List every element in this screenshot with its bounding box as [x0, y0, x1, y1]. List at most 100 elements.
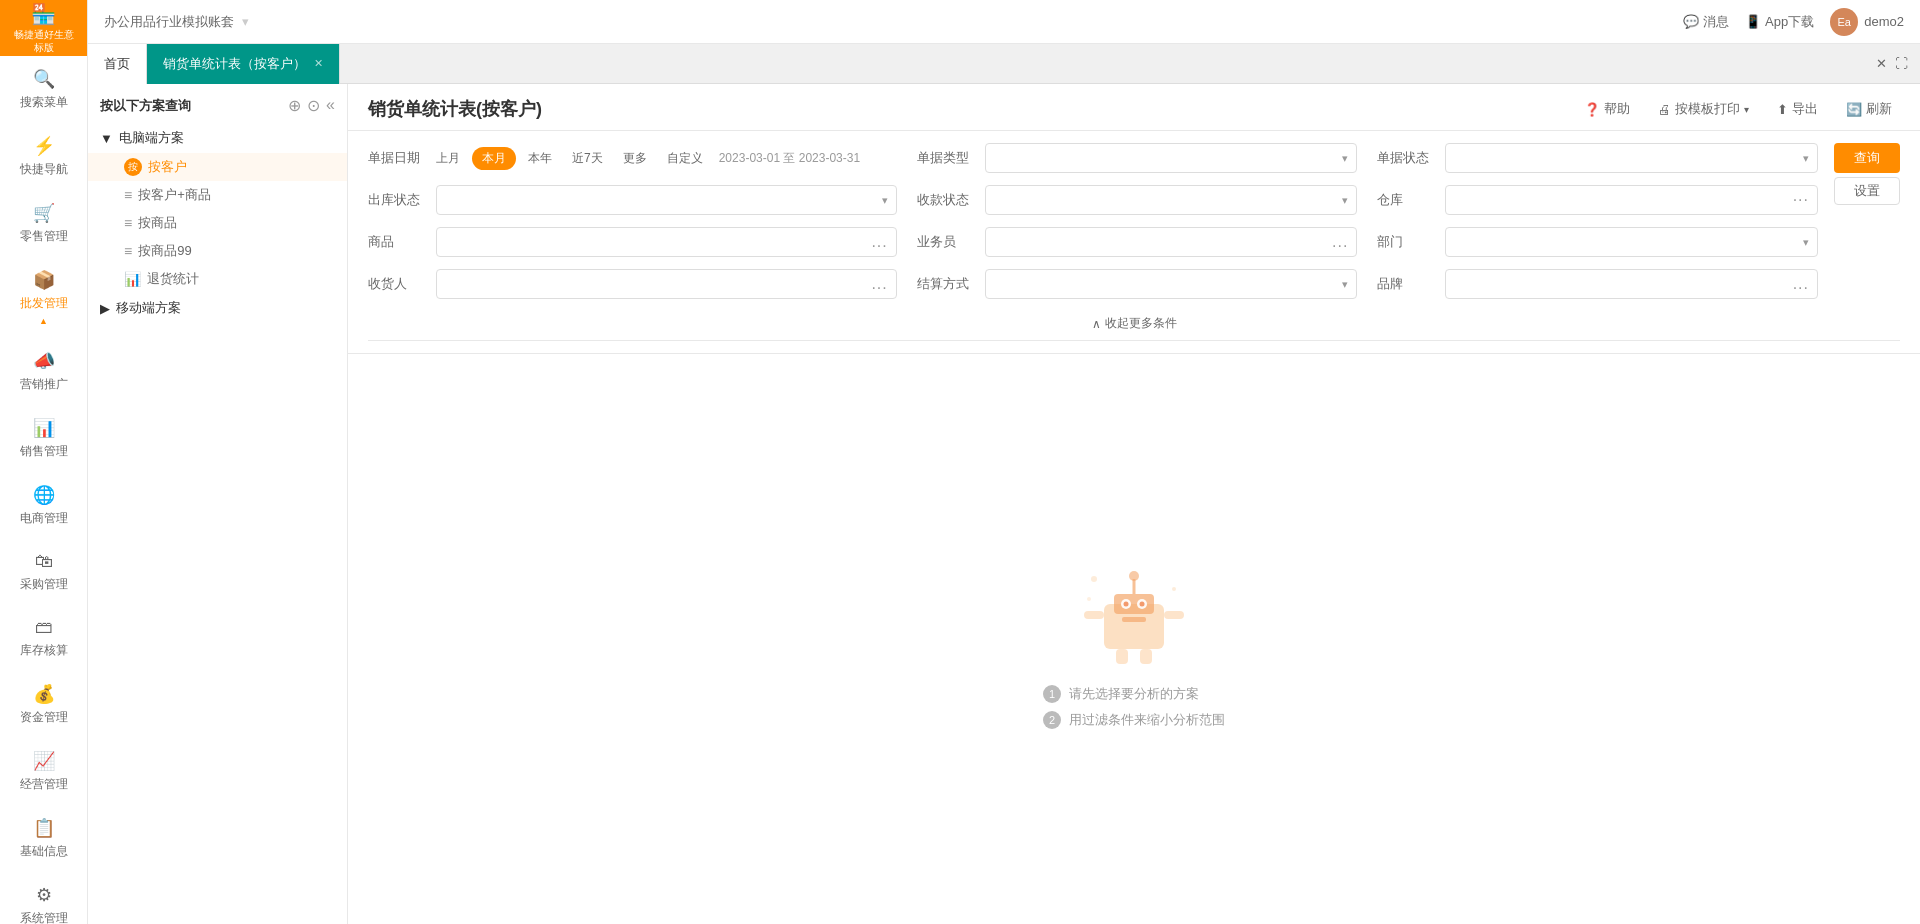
settle-control[interactable]: ▾: [985, 269, 1358, 299]
sidebar-item-basic[interactable]: 📋 基础信息: [0, 805, 87, 872]
sidebar-item-quick-nav[interactable]: ⚡ 快捷导航: [0, 123, 87, 190]
by-customer-goods-icon: ≡: [124, 187, 132, 203]
username: demo2: [1864, 14, 1904, 29]
app-download-btn[interactable]: 📱 App下载: [1745, 13, 1814, 31]
collapse-bar[interactable]: ∧ 收起更多条件: [368, 307, 1900, 341]
brand-control[interactable]: ...: [1445, 269, 1818, 299]
tip-text-1: 请先选择要分析的方案: [1069, 685, 1199, 703]
export-btn[interactable]: ⬆ 导出: [1769, 96, 1826, 122]
print-btn[interactable]: 🖨 按模板打印 ▾: [1650, 96, 1757, 122]
sidebar-item-ecom[interactable]: 🌐 电商管理: [0, 472, 87, 539]
sidebar-label-retail: 零售管理: [20, 228, 68, 245]
sidebar-item-wholesale[interactable]: 📦 批发管理 ▲: [0, 257, 87, 338]
date-tab-7days[interactable]: 近7天: [564, 147, 611, 170]
tab-bar-right: ✕ ⛶: [340, 52, 1920, 75]
collect-status-label: 收款状态: [917, 191, 977, 209]
scheme-by-goods[interactable]: ≡ 按商品: [88, 209, 347, 237]
add-scheme-btn[interactable]: ⊕: [288, 96, 301, 115]
by-goods-icon: ≡: [124, 215, 132, 231]
date-tab-this-year[interactable]: 本年: [520, 147, 560, 170]
sidebar-label-sys: 系统管理: [20, 910, 68, 924]
filter-doc-type: 单据类型 ▾: [917, 143, 1358, 173]
sidebar-item-search-menu[interactable]: 🔍 搜索菜单: [0, 56, 87, 123]
main-area: 办公用品行业模拟账套 ▾ 💬 消息 📱 App下载 Ea demo2 首页 销货…: [88, 0, 1920, 924]
date-tab-this-month[interactable]: 本月: [472, 147, 516, 170]
mobile-scheme-parent[interactable]: ▶ 移动端方案: [88, 293, 347, 323]
filter-brand: 品牌 ...: [1377, 269, 1818, 299]
doc-status-control[interactable]: ▾: [1445, 143, 1818, 173]
employee-control[interactable]: ...: [985, 227, 1358, 257]
department-control[interactable]: ▾: [1445, 227, 1818, 257]
scheme-by-goods-99[interactable]: ≡ 按商品99: [88, 237, 347, 265]
top-header: 办公用品行业模拟账套 ▾ 💬 消息 📱 App下载 Ea demo2: [88, 0, 1920, 44]
date-tab-custom[interactable]: 自定义: [659, 147, 711, 170]
tab-home-label: 首页: [104, 55, 130, 73]
by-goods-99-label: 按商品99: [138, 242, 191, 260]
close-window-icon[interactable]: ✕: [1872, 52, 1891, 75]
refresh-btn[interactable]: 🔄 刷新: [1838, 96, 1900, 122]
messages-icon: 💬: [1683, 14, 1699, 29]
doc-type-control[interactable]: ▾: [985, 143, 1358, 173]
tab-close-icon[interactable]: ✕: [314, 57, 323, 70]
goods-label: 商品: [368, 233, 428, 251]
sidebar-item-sales[interactable]: 📊 销售管理: [0, 405, 87, 472]
goods-control[interactable]: ...: [436, 227, 897, 257]
tip-num-2: 2: [1043, 711, 1061, 729]
mobile-label: 移动端方案: [116, 299, 181, 317]
query-button[interactable]: 查询: [1834, 143, 1900, 173]
desktop-scheme-parent[interactable]: ▼ 电脑端方案: [88, 123, 347, 153]
scheme-by-customer-goods[interactable]: ≡ 按客户+商品: [88, 181, 347, 209]
messages-label: 消息: [1703, 13, 1729, 31]
sidebar-item-inventory[interactable]: 🗃 库存核算: [0, 605, 87, 671]
page-header: 销货单统计表(按客户) ❓ 帮助 🖨 按模板打印 ▾ ⬆ 导出: [348, 84, 1920, 131]
messages-btn[interactable]: 💬 消息: [1683, 13, 1729, 31]
out-status-arrow: ▾: [882, 194, 888, 207]
maximize-window-icon[interactable]: ⛶: [1891, 52, 1912, 75]
date-tab-last-month[interactable]: 上月: [428, 147, 468, 170]
scheme-by-customer[interactable]: 按 按客户: [88, 153, 347, 181]
left-panel-title-text: 按以下方案查询: [100, 97, 191, 115]
user-profile[interactable]: Ea demo2: [1830, 8, 1904, 36]
sidebar-item-finance[interactable]: 💰 资金管理: [0, 671, 87, 738]
svg-rect-10: [1140, 649, 1152, 664]
desktop-scheme-section: ▼ 电脑端方案 按 按客户 ≡ 按客户+商品 ≡ 按商品 ≡ 按商品99: [88, 123, 347, 293]
sidebar-item-purchase[interactable]: 🛍 采购管理: [0, 539, 87, 605]
tip-text-2: 用过滤条件来缩小分析范围: [1069, 711, 1225, 729]
desktop-arrow: ▼: [100, 131, 113, 146]
svg-rect-7: [1084, 611, 1104, 619]
receiver-control[interactable]: ...: [436, 269, 897, 299]
tab-home[interactable]: 首页: [88, 44, 147, 84]
sidebar-item-ops[interactable]: 📈 经营管理: [0, 738, 87, 805]
filter-row-1: 单据日期 上月 本月 本年 近7天 更多 自定义: [368, 143, 1818, 173]
filter-body: 单据日期 上月 本月 本年 近7天 更多 自定义: [368, 143, 1900, 299]
scheme-returns-stats[interactable]: 📊 退货统计: [88, 265, 347, 293]
sidebar-label-sales: 销售管理: [20, 443, 68, 460]
svg-rect-1: [1114, 594, 1154, 614]
basic-icon: 📋: [33, 817, 55, 839]
filter-row-2: 出库状态 ▾ 收款状态 ▾: [368, 185, 1818, 215]
sidebar-item-marketing[interactable]: 📣 营销推广: [0, 338, 87, 405]
out-status-control[interactable]: ▾: [436, 185, 897, 215]
date-tab-more[interactable]: 更多: [615, 147, 655, 170]
sidebar-label-basic: 基础信息: [20, 843, 68, 860]
export-label: 导出: [1792, 100, 1818, 118]
collect-status-control[interactable]: ▾: [985, 185, 1358, 215]
wholesale-icon: 📦: [33, 269, 55, 291]
help-btn[interactable]: ❓ 帮助: [1576, 96, 1638, 122]
sidebar-item-retail[interactable]: 🛒 零售管理: [0, 190, 87, 257]
settings-button[interactable]: 设置: [1834, 177, 1900, 205]
app-logo: 🏪 畅捷通好生意 标版: [0, 0, 88, 56]
settings-scheme-btn[interactable]: ⊙: [307, 96, 320, 115]
returns-icon: 📊: [124, 271, 141, 287]
sales-icon: 📊: [33, 417, 55, 439]
sidebar-label-purchase: 采购管理: [20, 576, 68, 593]
filter-warehouse: 仓库 ···: [1377, 185, 1818, 215]
collapse-panel-btn[interactable]: «: [326, 96, 335, 115]
by-customer-label: 按客户: [148, 158, 187, 176]
sidebar-item-sys[interactable]: ⚙ 系统管理: [0, 872, 87, 924]
breadcrumb: 办公用品行业模拟账套 ▾: [104, 13, 249, 31]
svg-point-4: [1124, 602, 1129, 607]
warehouse-control[interactable]: ···: [1445, 185, 1818, 215]
tab-sales-stats[interactable]: 销货单统计表（按客户） ✕: [147, 44, 340, 84]
purchase-icon: 🛍: [35, 551, 53, 572]
